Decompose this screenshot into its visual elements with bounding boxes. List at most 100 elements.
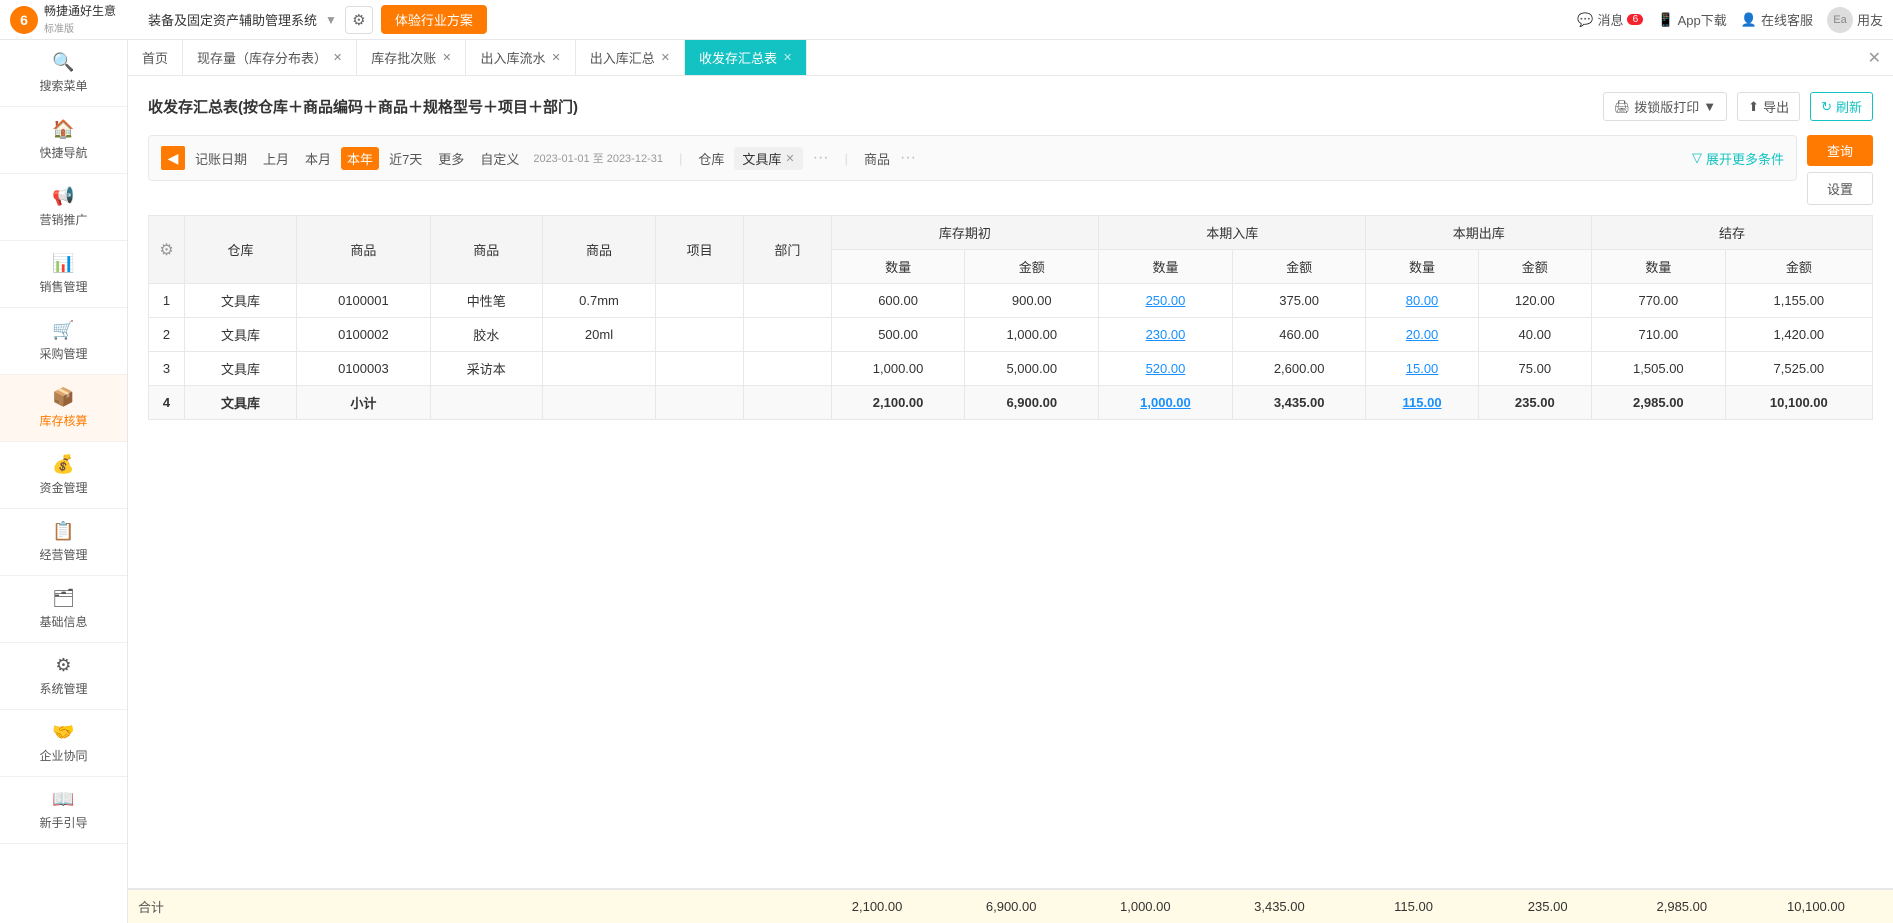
app-download-button[interactable]: 📱 App下载 — [1657, 10, 1726, 29]
tab-receipt-summary[interactable]: 收发存汇总表 ✕ — [685, 40, 807, 76]
date-last-month[interactable]: 上月 — [257, 147, 295, 170]
tab-close-icon[interactable]: ✕ — [783, 51, 792, 64]
query-button[interactable]: 查询 — [1807, 135, 1873, 166]
col-settings: ⚙ — [149, 216, 185, 284]
goods-label: 商品 — [864, 149, 890, 168]
col-warehouse: 仓库 — [185, 216, 297, 284]
row-out-qty[interactable]: 80.00 — [1366, 284, 1478, 318]
row-open-qty: 1,000.00 — [831, 352, 965, 386]
table-row: 3 文具库 0100003 采访本 1,000.00 5,000.00 520.… — [149, 352, 1873, 386]
subtotal-out-qty[interactable]: 115.00 — [1366, 386, 1478, 420]
logo-text-block: 畅捷通好生意 标准版 — [44, 4, 116, 35]
col-project: 项目 — [656, 216, 744, 284]
row-out-qty[interactable]: 15.00 — [1366, 352, 1478, 386]
system-title-area: 装备及固定资产辅助管理系统 ▼ ⚙ 体验行业方案 — [138, 5, 1577, 34]
sidebar-item-system[interactable]: ⚙ 系统管理 — [0, 643, 127, 710]
trial-button[interactable]: 体验行业方案 — [381, 5, 487, 34]
top-bar: 6 畅捷通好生意 标准版 装备及固定资产辅助管理系统 ▼ ⚙ 体验行业方案 💬 … — [0, 0, 1893, 40]
filter-more-dots[interactable]: ··· — [813, 149, 829, 167]
tab-inout-flow[interactable]: 出入库流水 ✕ — [466, 40, 575, 76]
filter-separator2: | — [845, 151, 848, 166]
date-this-month[interactable]: 本月 — [299, 147, 337, 170]
col-out-qty: 数量 — [1366, 250, 1478, 284]
home-icon: 🏠 — [52, 119, 74, 140]
subtotal-label: 小计 — [297, 386, 431, 420]
refresh-button[interactable]: ↻ 刷新 — [1810, 92, 1873, 121]
service-icon: 👤 — [1741, 12, 1757, 28]
tab-close-icon[interactable]: ✕ — [333, 51, 342, 64]
tab-close-icon[interactable]: ✕ — [552, 51, 561, 64]
sidebar-item-finance[interactable]: 💰 资金管理 — [0, 442, 127, 509]
date-this-year[interactable]: 本年 — [341, 147, 379, 170]
row-in-qty[interactable]: 520.00 — [1099, 352, 1233, 386]
row-project — [656, 352, 744, 386]
message-icon: 💬 — [1577, 12, 1593, 28]
sidebar-item-enterprise[interactable]: 🤝 企业协同 — [0, 710, 127, 777]
tab-inventory-dist[interactable]: 现存量（库存分布表） ✕ — [183, 40, 357, 76]
sidebar-item-search[interactable]: 🔍 搜索菜单 — [0, 40, 127, 107]
messages-button[interactable]: 💬 消息 6 — [1577, 10, 1643, 29]
sidebar-item-label: 经营管理 — [39, 546, 87, 563]
tab-inout-summary[interactable]: 出入库汇总 ✕ — [576, 40, 685, 76]
sidebar-item-marketing[interactable]: 📢 营销推广 — [0, 174, 127, 241]
tab-close-all-button[interactable]: ✕ — [1856, 48, 1893, 68]
col-dept: 部门 — [743, 216, 831, 284]
goods-more-dots[interactable]: ··· — [900, 149, 916, 167]
subtotal-warehouse: 文具库 — [185, 386, 297, 420]
tab-close-icon[interactable]: ✕ — [442, 51, 451, 64]
row-open-amt: 1,000.00 — [965, 318, 1099, 352]
user-menu[interactable]: Ea 用友 — [1827, 7, 1883, 33]
page-title: 收发存汇总表(按仓库＋商品编码＋商品＋规格型号＋项目＋部门) — [148, 96, 578, 117]
system-icon: ⚙ — [55, 655, 71, 676]
row-in-qty[interactable]: 230.00 — [1099, 318, 1233, 352]
row-bal-qty: 1,505.00 — [1592, 352, 1726, 386]
total-bal-qty: 2,985.00 — [1615, 899, 1749, 914]
date-more[interactable]: 更多 — [432, 147, 470, 170]
tab-label: 收发存汇总表 — [699, 48, 777, 67]
table-settings-icon[interactable]: ⚙ — [159, 242, 173, 259]
sidebar-item-guide[interactable]: 📖 新手引导 — [0, 777, 127, 844]
print-button[interactable]: 🖨 拨锁版打印 ▼ — [1603, 92, 1727, 121]
row-in-qty[interactable]: 250.00 — [1099, 284, 1233, 318]
sidebar-item-purchase[interactable]: 🛒 采购管理 — [0, 308, 127, 375]
sidebar-item-label: 资金管理 — [39, 479, 87, 496]
sidebar-item-quick[interactable]: 🏠 快捷导航 — [0, 107, 127, 174]
subtotal-row: 4 文具库 小计 2,100.00 6,900.00 1,000.00 — [149, 386, 1873, 420]
row-project — [656, 318, 744, 352]
tab-close-icon[interactable]: ✕ — [661, 51, 670, 64]
col-open-qty: 数量 — [831, 250, 965, 284]
expand-button[interactable]: ▽ 展开更多条件 — [1692, 149, 1784, 168]
sales-icon: 📊 — [52, 253, 74, 274]
row-warehouse: 文具库 — [185, 318, 297, 352]
warehouse-tag-remove[interactable]: ✕ — [785, 152, 794, 165]
export-button[interactable]: ⬆ 导出 — [1737, 92, 1800, 121]
online-service-button[interactable]: 👤 在线客服 — [1741, 10, 1813, 29]
row-name: 中性笔 — [430, 284, 542, 318]
row-bal-qty: 710.00 — [1592, 318, 1726, 352]
sidebar-item-inventory[interactable]: 📦 库存核算 — [0, 375, 127, 442]
print-icon: 🖨 — [1614, 99, 1631, 115]
date-custom[interactable]: 自定义 — [474, 147, 525, 170]
gear-button[interactable]: ⚙ — [345, 6, 373, 34]
expand-label: 展开更多条件 — [1706, 149, 1784, 168]
subtotal-empty1 — [430, 386, 542, 420]
subtotal-in-qty[interactable]: 1,000.00 — [1099, 386, 1233, 420]
tab-home[interactable]: 首页 — [128, 40, 183, 76]
sidebar-item-sales[interactable]: 📊 销售管理 — [0, 241, 127, 308]
filter-toggle-button[interactable]: ◀ — [161, 146, 185, 170]
subtotal-empty4 — [743, 386, 831, 420]
sidebar-item-operations[interactable]: 📋 经营管理 — [0, 509, 127, 576]
settings-button[interactable]: 设置 — [1807, 172, 1873, 205]
sidebar-item-basic[interactable]: 🗂 基础信息 — [0, 576, 127, 643]
filter-separator: | — [679, 151, 682, 166]
purchase-icon: 🛒 — [52, 320, 74, 341]
chevron-down-icon: ▼ — [1703, 99, 1716, 114]
tab-label: 出入库汇总 — [590, 48, 655, 67]
tab-batch[interactable]: 库存批次账 ✕ — [357, 40, 466, 76]
date-7days[interactable]: 近7天 — [383, 147, 428, 170]
warehouse-tag[interactable]: 文具库 ✕ — [734, 147, 802, 170]
row-out-qty[interactable]: 20.00 — [1366, 318, 1478, 352]
page-inner: 收发存汇总表(按仓库＋商品编码＋商品＋规格型号＋项目＋部门) 🖨 拨锁版打印 ▼… — [128, 76, 1893, 888]
row-spec: 0.7mm — [542, 284, 655, 318]
col-out: 本期出库 — [1366, 216, 1592, 250]
